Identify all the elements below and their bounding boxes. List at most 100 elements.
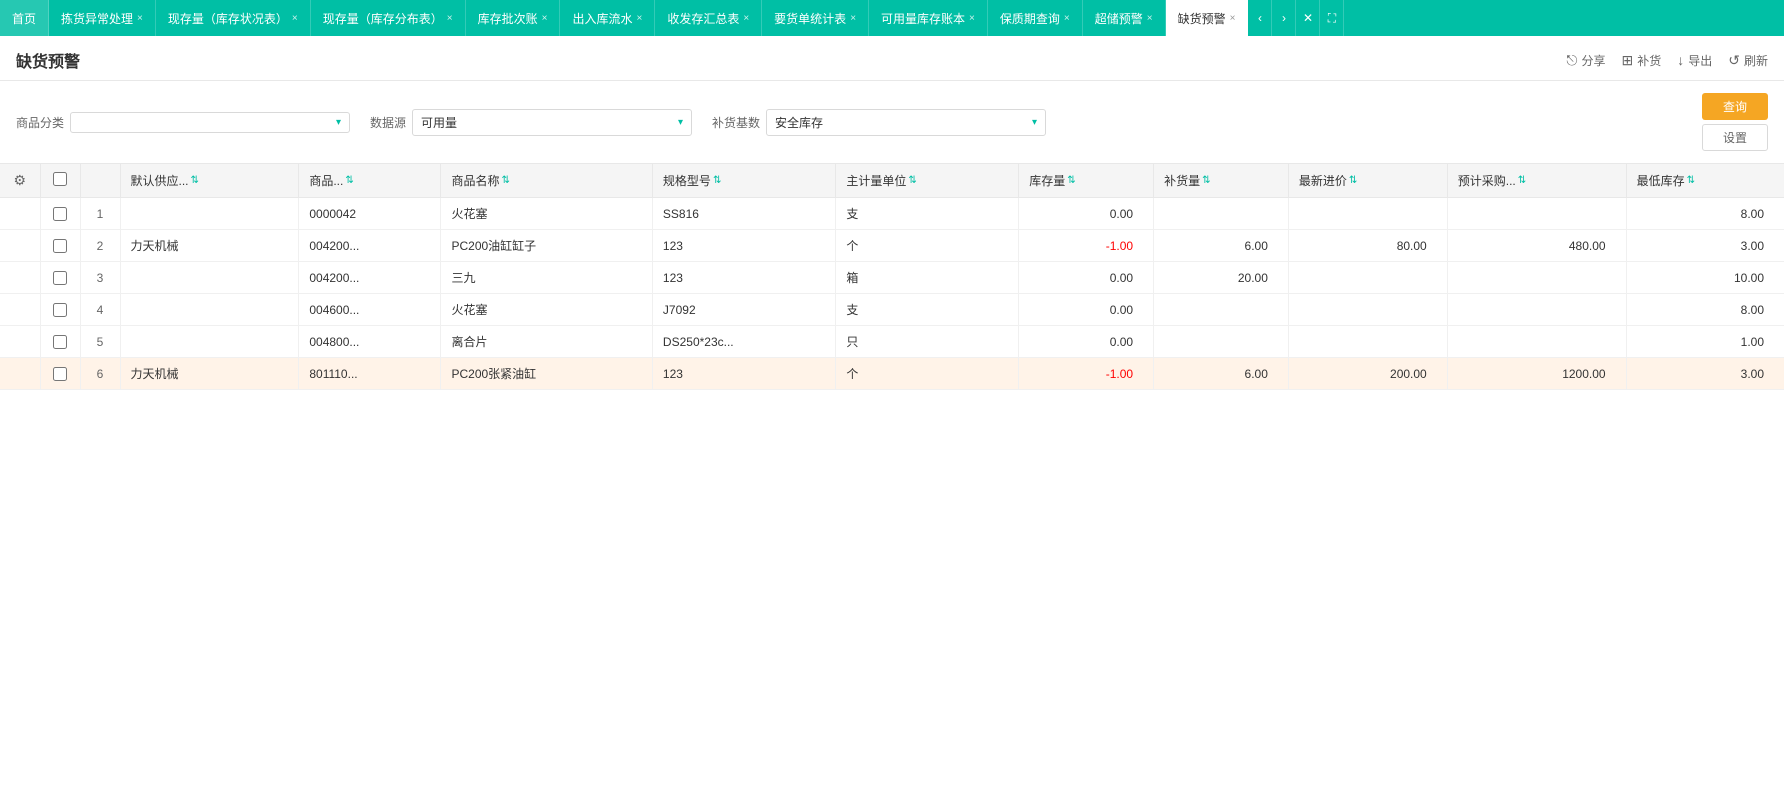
page-title: 缺货预警 <box>16 48 80 72</box>
tab-nav-fullscreen[interactable]: ⛶ <box>1320 0 1344 36</box>
export-button[interactable]: ↓ 导出 <box>1677 52 1712 69</box>
replenish-button[interactable]: ⊞ 补货 <box>1621 52 1661 69</box>
row-supplier-cell <box>120 262 299 294</box>
tab-nav-next[interactable]: › <box>1272 0 1296 36</box>
replenish-base-select[interactable]: 安全库存 ▾ <box>766 109 1046 136</box>
tab-stock-dist[interactable]: 现存量（库存分布表） × <box>311 0 466 36</box>
tab-expiry[interactable]: 保质期查询 × <box>988 0 1083 36</box>
row-stock-cell: 0.00 <box>1019 294 1154 326</box>
tab-shortage-label: 缺货预警 <box>1178 10 1226 27</box>
category-filter-label: 商品分类 <box>16 114 64 131</box>
row-select-checkbox[interactable] <box>53 335 67 349</box>
main-content: 缺货预警 ⎋ 分享 ⊞ 补货 ↓ 导出 ↺ 刷新 商品分类 <box>0 36 1784 796</box>
row-select-checkbox[interactable] <box>53 367 67 381</box>
tab-overstock-close[interactable]: × <box>1147 13 1153 24</box>
th-settings: ⚙ <box>0 164 40 198</box>
export-icon: ↓ <box>1677 52 1684 68</box>
tab-picking-label: 拣货异常处理 <box>61 10 133 27</box>
th-spec-label: 规格型号 <box>663 172 711 189</box>
tab-inout-close[interactable]: × <box>636 13 642 24</box>
th-unit-sort: ⇅ <box>908 175 916 186</box>
table-row: 6 力天机械 801110... PC200张紧油缸 123 个 -1.00 6… <box>0 358 1784 390</box>
tab-home[interactable]: 首页 <box>0 0 49 36</box>
th-latest-price[interactable]: 最新进价 ⇅ <box>1288 164 1447 198</box>
tab-expiry-label: 保质期查询 <box>1000 10 1060 27</box>
filter-bar: 商品分类 ▾ 数据源 可用量 ▾ 补货基数 安全库存 ▾ 查询 设置 <box>0 81 1784 164</box>
row-stock-cell: 0.00 <box>1019 326 1154 358</box>
tab-batch-close[interactable]: × <box>542 13 548 24</box>
tab-nav-close[interactable]: ✕ <box>1296 0 1320 36</box>
query-button[interactable]: 查询 <box>1702 93 1768 120</box>
row-select-checkbox[interactable] <box>53 239 67 253</box>
th-unit[interactable]: 主计量单位 ⇅ <box>836 164 1019 198</box>
row-spec-cell: SS816 <box>652 198 835 230</box>
replenish-base-select-value: 安全库存 <box>775 114 823 131</box>
tab-stock-status[interactable]: 现存量（库存状况表） × <box>156 0 311 36</box>
share-button[interactable]: ⎋ 分享 <box>1566 52 1605 69</box>
tab-demand[interactable]: 要货单统计表 × <box>762 0 869 36</box>
th-goods-name[interactable]: 商品名称 ⇅ <box>441 164 652 198</box>
tab-available-close[interactable]: × <box>969 13 975 24</box>
th-goods-code-label: 商品... <box>309 172 343 189</box>
table-container: ⚙ 默认供应... ⇅ 商品... <box>0 164 1784 390</box>
row-settings-cell <box>0 294 40 326</box>
tab-picking[interactable]: 拣货异常处理 × <box>49 0 156 36</box>
row-estimated-purchase-cell <box>1447 326 1626 358</box>
row-select-checkbox[interactable] <box>53 271 67 285</box>
data-table: ⚙ 默认供应... ⇅ 商品... <box>0 164 1784 390</box>
row-replenish-qty-cell: 20.00 <box>1154 262 1289 294</box>
refresh-button[interactable]: ↺ 刷新 <box>1728 52 1768 69</box>
category-select[interactable]: ▾ <box>70 112 350 133</box>
tab-demand-close[interactable]: × <box>850 13 856 24</box>
select-all-checkbox[interactable] <box>53 172 67 186</box>
row-select-checkbox[interactable] <box>53 207 67 221</box>
th-supplier[interactable]: 默认供应... ⇅ <box>120 164 299 198</box>
datasource-select-arrow: ▾ <box>678 117 683 128</box>
th-estimated-purchase[interactable]: 预计采购... ⇅ <box>1447 164 1626 198</box>
datasource-select[interactable]: 可用量 ▾ <box>412 109 692 136</box>
row-checkbox-cell <box>40 358 80 390</box>
row-spec-cell: 123 <box>652 262 835 294</box>
tab-stock-status-close[interactable]: × <box>292 13 298 24</box>
tab-available[interactable]: 可用量库存账本 × <box>869 0 988 36</box>
tab-batch[interactable]: 库存批次账 × <box>466 0 561 36</box>
th-min-stock[interactable]: 最低库存 ⇅ <box>1626 164 1784 198</box>
row-goods-code-cell: 004200... <box>299 230 441 262</box>
refresh-icon: ↺ <box>1728 52 1740 69</box>
tab-nav-prev[interactable]: ‹ <box>1248 0 1272 36</box>
tab-summary-close[interactable]: × <box>743 13 749 24</box>
tab-expiry-close[interactable]: × <box>1064 13 1070 24</box>
row-unit-cell: 支 <box>836 198 1019 230</box>
row-goods-code-cell: 004800... <box>299 326 441 358</box>
row-latest-price-cell <box>1288 262 1447 294</box>
row-supplier-cell: 力天机械 <box>120 358 299 390</box>
row-goods-code-cell: 801110... <box>299 358 441 390</box>
row-goods-name-cell: 火花塞 <box>441 294 652 326</box>
tab-shortage[interactable]: 缺货预警 × <box>1166 0 1249 36</box>
table-row: 4 004600... 火花塞 J7092 支 0.00 8.00 <box>0 294 1784 326</box>
row-goods-name-cell: 火花塞 <box>441 198 652 230</box>
row-supplier-cell <box>120 294 299 326</box>
row-spec-cell: 123 <box>652 358 835 390</box>
tab-shortage-close[interactable]: × <box>1230 13 1236 24</box>
replenish-base-select-arrow: ▾ <box>1032 117 1037 128</box>
row-goods-name-cell: 三九 <box>441 262 652 294</box>
tab-overstock[interactable]: 超储预警 × <box>1083 0 1166 36</box>
table-header-row: ⚙ 默认供应... ⇅ 商品... <box>0 164 1784 198</box>
row-select-checkbox[interactable] <box>53 303 67 317</box>
tab-inout[interactable]: 出入库流水 × <box>560 0 655 36</box>
row-replenish-qty-cell <box>1154 198 1289 230</box>
tab-batch-label: 库存批次账 <box>478 10 538 27</box>
header-actions: ⎋ 分享 ⊞ 补货 ↓ 导出 ↺ 刷新 <box>1566 52 1768 69</box>
th-spec[interactable]: 规格型号 ⇅ <box>652 164 835 198</box>
th-stock[interactable]: 库存量 ⇅ <box>1019 164 1154 198</box>
column-settings-icon[interactable]: ⚙ <box>13 172 26 188</box>
page-header: 缺货预警 ⎋ 分享 ⊞ 补货 ↓ 导出 ↺ 刷新 <box>0 36 1784 81</box>
tab-summary[interactable]: 收发存汇总表 × <box>655 0 762 36</box>
th-goods-code[interactable]: 商品... ⇅ <box>299 164 441 198</box>
settings-button[interactable]: 设置 <box>1702 124 1768 151</box>
tab-demand-label: 要货单统计表 <box>774 10 846 27</box>
tab-picking-close[interactable]: × <box>137 13 143 24</box>
tab-stock-dist-close[interactable]: × <box>447 13 453 24</box>
th-replenish-qty[interactable]: 补货量 ⇅ <box>1154 164 1289 198</box>
